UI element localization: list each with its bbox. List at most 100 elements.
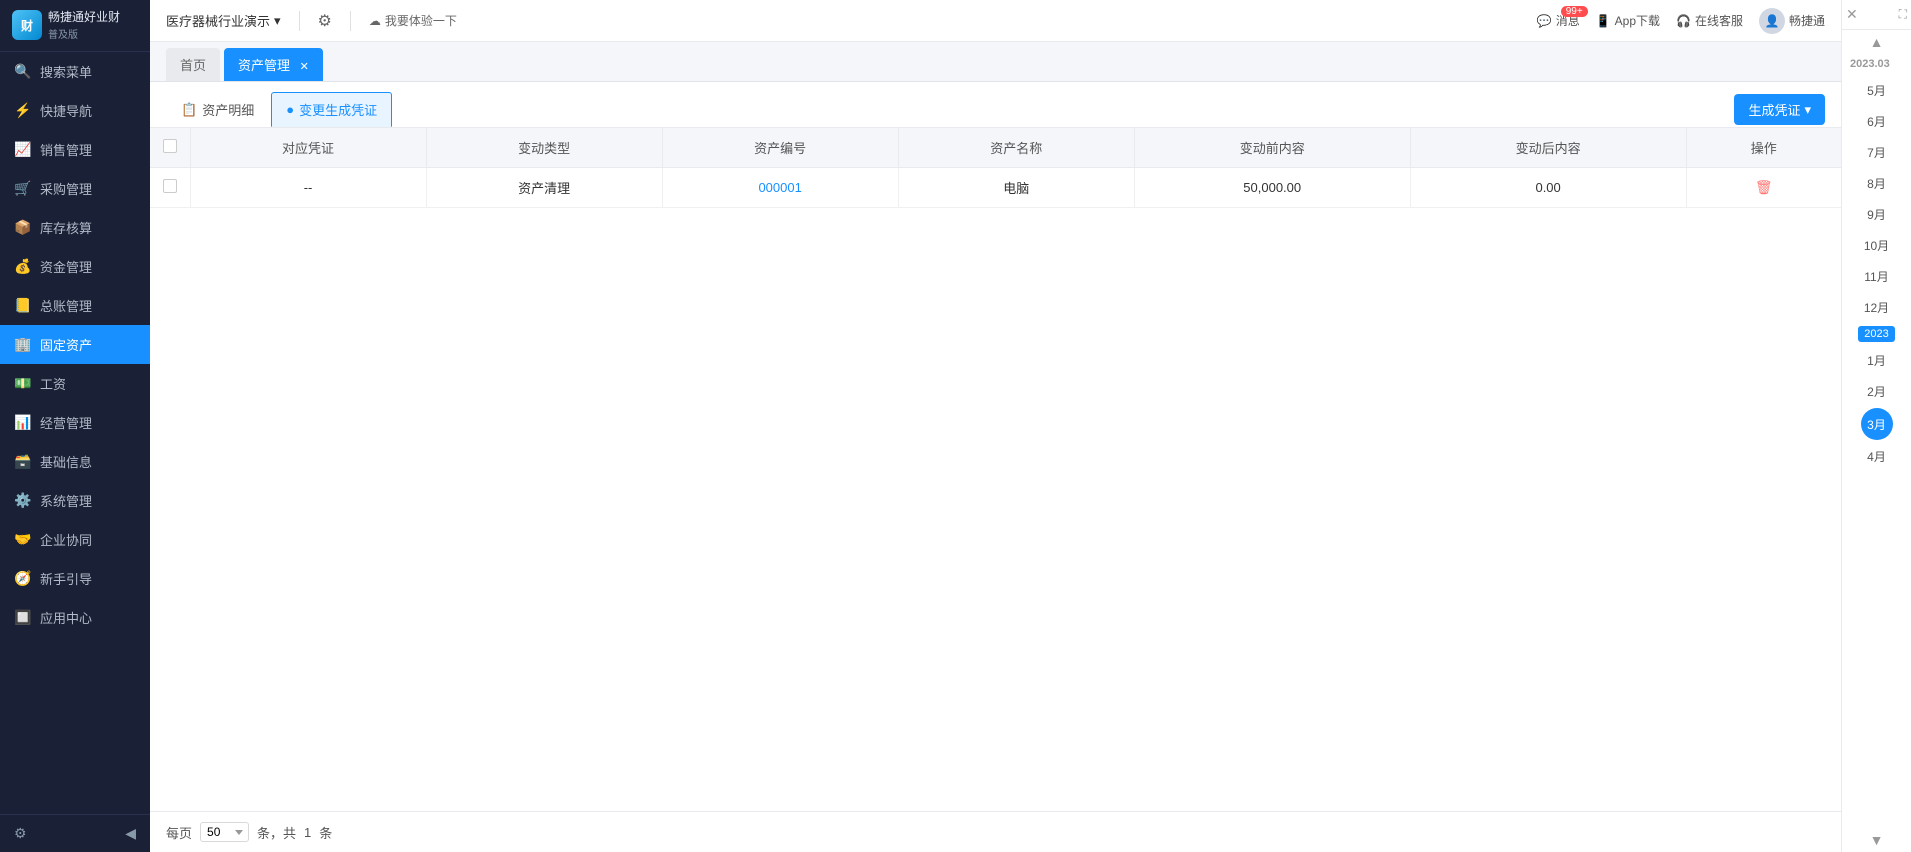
table-row: -- 资产清理 000001 电脑 50,000.00 0.00 🗑 [150, 168, 1841, 208]
subtab-asset-detail-label: 资产明细 [202, 100, 254, 119]
sidebar-nav: 🔍搜索菜单⚡快捷导航📈销售管理🛒采购管理📦库存核算💰资金管理📒总账管理🏢固定资产… [0, 52, 150, 814]
col-change-type: 变动类型 [426, 128, 662, 168]
tab-home[interactable]: 首页 [166, 48, 220, 81]
sidebar-icon: ⚙️ [14, 492, 32, 509]
sidebar-icon: 📈 [14, 141, 32, 158]
sidebar-item-基础信息[interactable]: 🗃️基础信息 [0, 442, 150, 481]
sidebar-label: 基础信息 [40, 452, 92, 471]
col-asset-code: 资产编号 [662, 128, 898, 168]
generate-voucher-button[interactable]: 生成凭证 ▾ [1734, 94, 1825, 125]
app-download-button[interactable]: 📱 App下载 [1596, 12, 1660, 29]
content-area: 📋 资产明细 ● 变更生成凭证 生成凭证 ▾ [150, 82, 1841, 852]
divider-1 [299, 11, 300, 31]
select-all-checkbox[interactable] [163, 139, 177, 153]
panel-expand-icon[interactable]: ⛶ [1899, 7, 1907, 22]
collapse-icon[interactable]: ◀ [125, 825, 136, 842]
logo-icon: 财 [12, 10, 42, 40]
sidebar-item-快捷导航[interactable]: ⚡快捷导航 [0, 91, 150, 130]
month-item[interactable]: 2月 [1859, 377, 1894, 406]
month-item[interactable]: 3月 [1861, 408, 1893, 440]
user-menu[interactable]: 👤 畅捷通 [1759, 8, 1825, 34]
month-item[interactable]: 9月 [1859, 200, 1894, 229]
panel-close-icon[interactable]: ✕ [1846, 6, 1858, 23]
month-item[interactable]: 8月 [1859, 169, 1894, 198]
sidebar-item-工资[interactable]: 💵工资 [0, 364, 150, 403]
sidebar-icon: 🔲 [14, 609, 32, 626]
comma-label: 条，共 [257, 823, 296, 842]
month-item[interactable]: 7月 [1859, 138, 1894, 167]
logo-area: 财 畅捷通好业财 普及版 [0, 0, 150, 52]
app-download-label: App下载 [1615, 12, 1660, 29]
sidebar-item-固定资产[interactable]: 🏢固定资产 [0, 325, 150, 364]
col-before-value: 变动前内容 [1134, 128, 1410, 168]
sidebar-icon: 📒 [14, 297, 32, 314]
row-after-value: 0.00 [1410, 168, 1686, 208]
settings-icon[interactable]: ⚙ [14, 825, 27, 842]
sidebar-item-销售管理[interactable]: 📈销售管理 [0, 130, 150, 169]
row-operation: 🗑 [1686, 168, 1841, 208]
per-page-label: 每页 [166, 823, 192, 842]
subtab-change-voucher[interactable]: ● 变更生成凭证 [271, 92, 392, 127]
sidebar-label: 企业协同 [40, 530, 92, 549]
scroll-down-arrow[interactable]: ▼ [1842, 828, 1911, 852]
date-panel: ✕ ⛶ ▲ 2023.035月6月7月8月9月10月11月12月 2023 1月2月… [1841, 0, 1911, 852]
sidebar-item-系统管理[interactable]: ⚙️系统管理 [0, 481, 150, 520]
company-selector[interactable]: 医疗器械行业演示 ▾ [166, 11, 281, 30]
month-item[interactable]: 10月 [1856, 231, 1897, 260]
sidebar-item-经营管理[interactable]: 📊经营管理 [0, 403, 150, 442]
sidebar-bottom: ⚙ ◀ [0, 814, 150, 852]
sidebar-item-应用中心[interactable]: 🔲应用中心 [0, 598, 150, 637]
month-item[interactable]: 12月 [1856, 293, 1897, 322]
delete-icon[interactable]: 🗑 [1755, 179, 1773, 195]
tab-close-icon[interactable]: ✕ [300, 61, 309, 73]
sub-tab-bar: 📋 资产明细 ● 变更生成凭证 生成凭证 ▾ [150, 82, 1841, 128]
tab-asset-management[interactable]: 资产管理 ✕ [224, 48, 323, 81]
month-item[interactable]: 5月 [1859, 76, 1894, 105]
col-asset-name: 资产名称 [898, 128, 1134, 168]
sidebar-item-搜索菜单[interactable]: 🔍搜索菜单 [0, 52, 150, 91]
message-icon: 💬 [1537, 14, 1552, 28]
row-voucher: -- [190, 168, 426, 208]
table-footer: 每页 50 10 20 100 条，共 1 条 [150, 811, 1841, 852]
gear-icon[interactable]: ⚙ [318, 11, 332, 31]
month-item[interactable]: 4月 [1859, 442, 1894, 471]
sidebar-item-总账管理[interactable]: 📒总账管理 [0, 286, 150, 325]
year-label-2022: 2023.03 [1842, 54, 1911, 74]
subtab-asset-detail[interactable]: 📋 资产明细 [166, 92, 269, 127]
topbar: 医疗器械行业演示 ▾ ⚙ ☁ 我要体验一下 💬 消息 99+ 📱 App下载 🎧… [150, 0, 1841, 42]
message-button[interactable]: 💬 消息 99+ [1537, 12, 1580, 29]
feedback-button[interactable]: ☁ 我要体验一下 [369, 12, 457, 29]
col-after-value: 变动后内容 [1410, 128, 1686, 168]
cloud-icon: ☁ [369, 14, 381, 28]
month-item[interactable]: 11月 [1856, 262, 1896, 291]
row-checkbox[interactable] [163, 179, 177, 193]
table-header-row: 对应凭证 变动类型 资产编号 资产名称 变动前内容 [150, 128, 1841, 168]
app-name: 畅捷通好业财 [48, 10, 120, 26]
month-item[interactable]: 1月 [1859, 346, 1894, 375]
sidebar-icon: 💰 [14, 258, 32, 275]
sidebar-item-资金管理[interactable]: 💰资金管理 [0, 247, 150, 286]
sidebar-item-采购管理[interactable]: 🛒采购管理 [0, 169, 150, 208]
online-service-button[interactable]: 🎧 在线客服 [1676, 12, 1743, 29]
sidebar-label: 固定资产 [40, 335, 92, 354]
month-item[interactable]: 6月 [1859, 107, 1894, 136]
page-size-select[interactable]: 50 10 20 100 [200, 822, 249, 842]
avatar: 👤 [1759, 8, 1785, 34]
scroll-up-arrow[interactable]: ▲ [1842, 30, 1911, 54]
sidebar-item-库存核算[interactable]: 📦库存核算 [0, 208, 150, 247]
year-badge[interactable]: 2023 [1858, 326, 1894, 342]
sidebar-item-新手引导[interactable]: 🧭新手引导 [0, 559, 150, 598]
sidebar-label: 搜索菜单 [40, 62, 92, 81]
total-label: 条 [319, 823, 332, 842]
sidebar-icon: ⚡ [14, 102, 32, 119]
company-name: 医疗器械行业演示 [166, 11, 270, 30]
panel-header: ✕ ⛶ [1842, 0, 1911, 30]
sidebar-label: 库存核算 [40, 218, 92, 237]
subtab-change-voucher-label: 变更生成凭证 [299, 100, 377, 119]
user-name: 畅捷通 [1789, 12, 1825, 29]
sidebar-item-企业协同[interactable]: 🤝企业协同 [0, 520, 150, 559]
tab-home-label: 首页 [180, 58, 206, 73]
main-area: 医疗器械行业演示 ▾ ⚙ ☁ 我要体验一下 💬 消息 99+ 📱 App下载 🎧… [150, 0, 1841, 852]
generate-dropdown-icon: ▾ [1804, 102, 1811, 118]
row-asset-code: 000001 [662, 168, 898, 208]
